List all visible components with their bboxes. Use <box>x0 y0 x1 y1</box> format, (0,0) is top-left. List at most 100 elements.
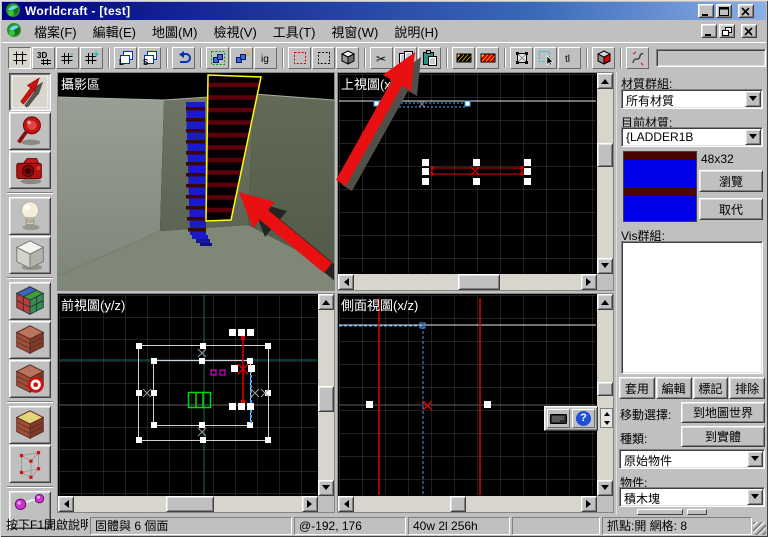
object-bar: 材質群組: 所有材質 目前材質: {LADDER1B 48x32 瀏覽 取代 V… <box>616 72 766 515</box>
clipping-tool-button[interactable] <box>9 406 51 444</box>
spinner-down-icon[interactable] <box>603 420 610 428</box>
side-scene[interactable] <box>339 295 596 495</box>
replace-button[interactable]: 取代 <box>699 198 763 220</box>
current-texture-select[interactable]: {LADDER1B <box>621 127 763 147</box>
camera-tool-button[interactable] <box>9 151 51 189</box>
texture-lock-button[interactable]: tl <box>558 46 581 69</box>
show-all-button[interactable] <box>336 46 359 69</box>
side-vscrollbar[interactable] <box>597 294 613 496</box>
load-window-state-button[interactable]: L <box>114 46 137 69</box>
menu-item-3[interactable]: 檢視(V) <box>205 20 264 43</box>
resize-grip[interactable] <box>753 522 766 535</box>
toolbar-separator <box>364 47 366 68</box>
menu-item-5[interactable]: 視窗(W) <box>323 20 386 43</box>
top-hscrollbar[interactable] <box>338 274 597 290</box>
grid-smaller-button[interactable]: - <box>56 46 79 69</box>
status-cell-5: 抓點:開 網格: 8 <box>602 517 752 535</box>
menu-item-2[interactable]: 地圖(M) <box>144 20 206 43</box>
status-cell-4 <box>512 517 600 535</box>
chevron-down-icon[interactable] <box>747 451 763 467</box>
toolbar-separator <box>200 47 202 68</box>
to-world-button[interactable]: 到地圖世界 <box>681 402 765 423</box>
mdi-close-button[interactable] <box>741 24 757 38</box>
select-touching-button[interactable] <box>534 46 557 69</box>
front-hscrollbar[interactable] <box>58 496 318 512</box>
svg-text:✂: ✂ <box>376 52 386 66</box>
visgroup-button-0[interactable]: 套用 <box>619 377 655 399</box>
undo-button[interactable] <box>172 46 195 69</box>
spinner-up-icon[interactable] <box>603 409 610 416</box>
browse-button[interactable]: 瀏覽 <box>699 170 763 192</box>
ime-keyboard-button[interactable] <box>547 409 570 428</box>
to-entity-button[interactable]: 到實體 <box>681 426 765 447</box>
top-vscrollbar[interactable] <box>597 73 613 274</box>
copy-button[interactable] <box>394 46 417 69</box>
magnify-tool-button[interactable] <box>9 112 51 150</box>
hide-unselected-button[interactable] <box>312 46 335 69</box>
top-viewport-label: 上視圖(x/y) <box>341 77 406 92</box>
camera-scene[interactable] <box>58 73 334 290</box>
ungroup-button[interactable] <box>230 46 253 69</box>
ime-help-button[interactable]: ? <box>572 409 595 428</box>
menu-item-6[interactable]: 說明(H) <box>386 20 446 43</box>
texture-application-tool-button[interactable] <box>9 282 51 320</box>
top-viewport[interactable]: 上視圖(x/y) <box>337 72 614 291</box>
chevron-down-icon[interactable] <box>747 489 763 505</box>
ime-toolbar[interactable]: ? <box>544 406 598 431</box>
side-hscrollbar[interactable] <box>338 496 597 512</box>
scrollbar-corner <box>597 274 613 290</box>
move-selection-label: 移動選擇: <box>620 408 672 422</box>
minimize-button[interactable] <box>698 4 714 18</box>
texture-group-select[interactable]: 所有材質 <box>621 89 763 109</box>
visgroup-button-2[interactable]: 標記 <box>692 377 729 399</box>
top-scene[interactable] <box>339 74 596 273</box>
statusbar: 按下F1開啟說明 固體與 6 個面 @-192, 176 40w 2l 256h 抓點:… <box>2 515 766 535</box>
grid-toggle-button[interactable] <box>8 46 31 69</box>
grid-3d-button[interactable]: 3D <box>32 46 55 69</box>
menu-item-1[interactable]: 編輯(E) <box>85 20 144 43</box>
mdi-restore-button[interactable] <box>719 24 735 38</box>
visgroup-button-1[interactable]: 編輯 <box>655 377 692 399</box>
document-icon[interactable] <box>6 22 22 41</box>
hide-selected-button[interactable] <box>288 46 311 69</box>
maximize-button[interactable] <box>716 4 732 18</box>
close-button[interactable] <box>738 4 754 18</box>
cordon-edit-button[interactable] <box>452 46 475 69</box>
grid-larger-button[interactable]: + <box>80 46 103 69</box>
side-viewport[interactable]: 側面視圖(x/z) <box>337 293 614 513</box>
menubar: 檔案(F) 編輯(E) 地圖(M) 檢視(V) 工具(T) 視窗(W) 說明(H) <box>2 20 766 42</box>
carve-button[interactable] <box>592 46 615 69</box>
split-faces-button[interactable] <box>626 46 649 69</box>
cordon-toggle-button[interactable] <box>476 46 499 69</box>
selection-handles-button[interactable] <box>510 46 533 69</box>
chevron-down-icon[interactable] <box>745 129 761 145</box>
worldcraft-window: Worldcraft - [test] 檔案(F) 編輯(E) 地圖(M) 檢視(V)… <box>0 0 768 537</box>
ignore-groups-button[interactable]: ig <box>254 46 277 69</box>
ime-mini-spinner[interactable] <box>600 408 613 428</box>
selection-tool-button[interactable] <box>9 73 51 111</box>
group-button[interactable] <box>206 46 229 69</box>
front-scene[interactable] <box>59 295 317 495</box>
entity-tool-button[interactable] <box>9 197 51 235</box>
decal-target-tool-button[interactable] <box>9 360 51 398</box>
titlebar[interactable]: Worldcraft - [test] <box>2 2 766 20</box>
vertex-morph-tool-button[interactable] <box>9 445 51 483</box>
front-vscrollbar[interactable] <box>318 294 334 496</box>
chevron-down-icon[interactable] <box>745 91 761 107</box>
apply-decals-tool-button[interactable] <box>9 321 51 359</box>
svg-text:S: S <box>143 58 149 66</box>
visgroups-list[interactable] <box>621 241 763 374</box>
menu-item-0[interactable]: 檔案(F) <box>26 20 85 43</box>
camera-viewport[interactable]: 攝影區 <box>57 72 335 291</box>
block-tool-button[interactable] <box>9 236 51 274</box>
menu-item-4[interactable]: 工具(T) <box>265 20 324 43</box>
front-viewport[interactable]: 前視圖(y/z) <box>57 293 335 513</box>
cut-button[interactable]: ✂ <box>370 46 393 69</box>
save-window-state-button[interactable]: S <box>138 46 161 69</box>
category-label: 種類: <box>620 432 648 446</box>
visgroup-button-3[interactable]: 排除 <box>729 377 765 399</box>
object-select[interactable]: 積木塊 <box>619 487 765 507</box>
paste-button[interactable] <box>418 46 441 69</box>
mdi-minimize-button[interactable] <box>701 24 717 38</box>
category-select[interactable]: 原始物件 <box>619 449 765 469</box>
